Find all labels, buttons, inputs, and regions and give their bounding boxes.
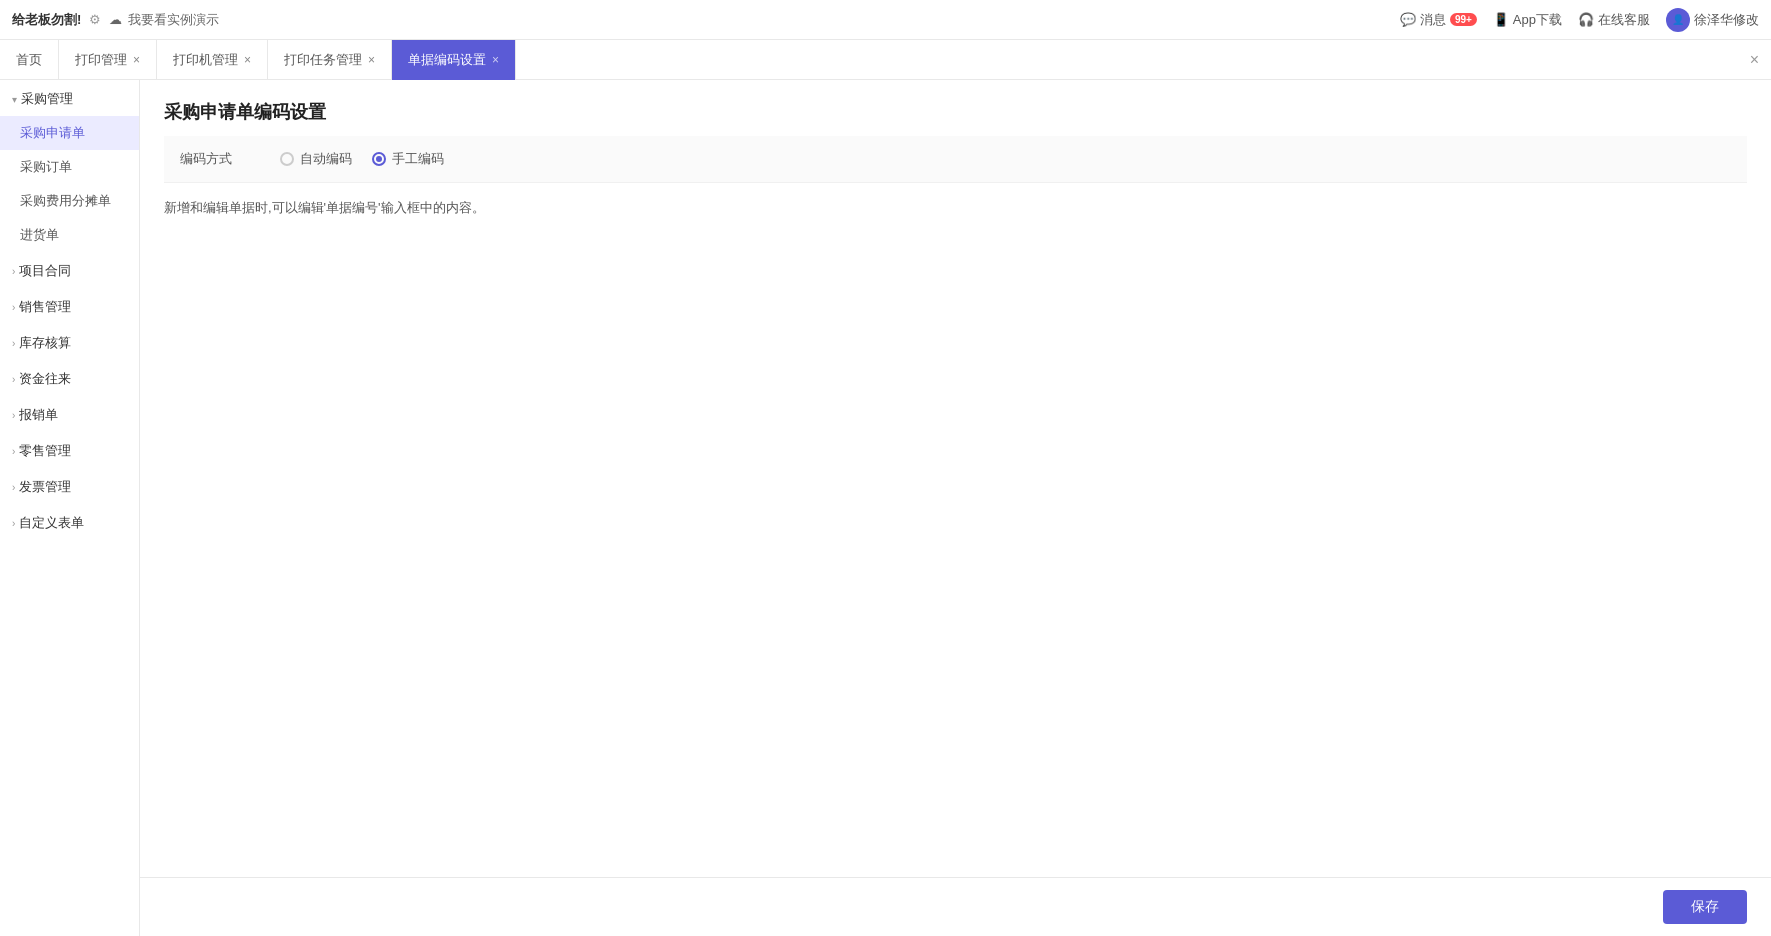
sidebar-group-project-title[interactable]: › 项目合同 (0, 252, 139, 288)
sidebar-group-inventory: › 库存核算 (0, 324, 139, 360)
page-title: 采购申请单编码设置 (164, 100, 1747, 124)
chevron-right-icon-8: › (12, 518, 15, 529)
radio-auto-code-label: 自动编码 (300, 150, 352, 168)
chevron-right-icon-7: › (12, 482, 15, 493)
search-text: 我要看实例演示 (128, 11, 219, 29)
sidebar-group-funds-title[interactable]: › 资金往来 (0, 360, 139, 396)
brand-text: 给老板勿割! (12, 11, 81, 29)
tab-printer-management-close[interactable]: × (244, 53, 251, 67)
sidebar-item-purchase-expense[interactable]: 采购费用分摊单 (0, 184, 139, 218)
sidebar: ▾ 采购管理 采购申请单 采购订单 采购费用分摊单 进货单 › 项目合同 › 销… (0, 80, 140, 936)
sidebar-group-invoice-title[interactable]: › 发票管理 (0, 468, 139, 504)
radio-auto-code[interactable]: 自动编码 (280, 150, 352, 168)
sidebar-group-expense: › 报销单 (0, 396, 139, 432)
main-content: 采购申请单编码设置 编码方式 自动编码 手工编码 新增和编辑单据时,可以编辑'单… (140, 80, 1771, 936)
top-bar-right: 💬 消息 99+ 📱 App下载 🎧 在线客服 👤 徐泽华修改 (1400, 8, 1759, 32)
radio-manual-code-label: 手工编码 (392, 150, 444, 168)
sidebar-group-sales: › 销售管理 (0, 288, 139, 324)
radio-group-code-method: 自动编码 手工编码 (280, 150, 444, 168)
sidebar-group-custom-form: › 自定义表单 (0, 504, 139, 540)
sidebar-group-retail-title[interactable]: › 零售管理 (0, 432, 139, 468)
tab-code-settings[interactable]: 单据编码设置 × (392, 40, 516, 80)
sidebar-item-purchase-request[interactable]: 采购申请单 (0, 116, 139, 150)
online-service-button[interactable]: 🎧 在线客服 (1578, 11, 1650, 29)
chevron-right-icon-5: › (12, 410, 15, 421)
sidebar-group-sales-label: 销售管理 (19, 298, 71, 316)
tab-print-management-close[interactable]: × (133, 53, 140, 67)
sidebar-group-retail-label: 零售管理 (19, 442, 71, 460)
chevron-right-icon-4: › (12, 374, 15, 385)
tab-print-management[interactable]: 打印管理 × (59, 40, 157, 80)
chevron-right-icon-3: › (12, 338, 15, 349)
app-download-button[interactable]: 📱 App下载 (1493, 11, 1562, 29)
sidebar-group-inventory-title[interactable]: › 库存核算 (0, 324, 139, 360)
content-area: 编码方式 自动编码 手工编码 新增和编辑单据时,可以编辑'单据编号'输入框中的内… (140, 136, 1771, 877)
user-name: 徐泽华修改 (1694, 11, 1759, 29)
chevron-right-icon-1: › (12, 266, 15, 277)
tab-code-settings-label: 单据编码设置 (408, 51, 486, 69)
tab-print-task-close[interactable]: × (368, 53, 375, 67)
sidebar-group-expense-label: 报销单 (19, 406, 58, 424)
settings-icon[interactable]: ⚙ (89, 12, 101, 27)
sidebar-group-invoice: › 发票管理 (0, 468, 139, 504)
sidebar-group-custom-form-label: 自定义表单 (19, 514, 84, 532)
message-badge: 99+ (1450, 13, 1477, 26)
search-bar[interactable]: ☁ 我要看实例演示 (109, 11, 219, 29)
radio-manual-code-circle (372, 152, 386, 166)
tab-close-all-button[interactable]: × (1738, 51, 1771, 69)
avatar: 👤 (1666, 8, 1690, 32)
code-method-label: 编码方式 (180, 150, 240, 168)
sidebar-group-expense-title[interactable]: › 报销单 (0, 396, 139, 432)
page-header: 采购申请单编码设置 (140, 80, 1771, 136)
sidebar-group-purchase-title[interactable]: ▾ 采购管理 (0, 80, 139, 116)
radio-manual-code[interactable]: 手工编码 (372, 150, 444, 168)
chevron-right-icon-6: › (12, 446, 15, 457)
app-icon: 📱 (1493, 12, 1509, 27)
layout: ▾ 采购管理 采购申请单 采购订单 采购费用分摊单 进货单 › 项目合同 › 销… (0, 80, 1771, 936)
message-icon: 💬 (1400, 12, 1416, 27)
user-button[interactable]: 👤 徐泽华修改 (1666, 8, 1759, 32)
sidebar-group-retail: › 零售管理 (0, 432, 139, 468)
page-footer: 保存 (140, 877, 1771, 936)
sidebar-group-project-contract: › 项目合同 (0, 252, 139, 288)
tab-home[interactable]: 首页 (0, 40, 59, 80)
save-button[interactable]: 保存 (1663, 890, 1747, 924)
sidebar-group-sales-title[interactable]: › 销售管理 (0, 288, 139, 324)
hint-text: 新增和编辑单据时,可以编辑'单据编号'输入框中的内容。 (164, 199, 1747, 217)
code-method-row: 编码方式 自动编码 手工编码 (164, 136, 1747, 183)
chevron-right-icon-2: › (12, 302, 15, 313)
message-label: 消息 (1420, 11, 1446, 29)
cloud-icon: ☁ (109, 12, 122, 27)
tab-bar: 首页 打印管理 × 打印机管理 × 打印任务管理 × 单据编码设置 × × (0, 40, 1771, 80)
service-icon: 🎧 (1578, 12, 1594, 27)
sidebar-group-purchase: ▾ 采购管理 采购申请单 采购订单 采购费用分摊单 进货单 (0, 80, 139, 252)
radio-auto-code-circle (280, 152, 294, 166)
tab-print-task-label: 打印任务管理 (284, 51, 362, 69)
sidebar-item-purchase-order[interactable]: 采购订单 (0, 150, 139, 184)
tab-home-label: 首页 (16, 51, 42, 69)
chevron-down-icon: ▾ (12, 94, 17, 105)
top-bar: 给老板勿割! ⚙ ☁ 我要看实例演示 💬 消息 99+ 📱 App下载 🎧 在线… (0, 0, 1771, 40)
tab-printer-management[interactable]: 打印机管理 × (157, 40, 268, 80)
online-service-label: 在线客服 (1598, 11, 1650, 29)
sidebar-group-funds-label: 资金往来 (19, 370, 71, 388)
tab-print-task-management[interactable]: 打印任务管理 × (268, 40, 392, 80)
message-button[interactable]: 💬 消息 99+ (1400, 11, 1477, 29)
tab-printer-management-label: 打印机管理 (173, 51, 238, 69)
sidebar-group-custom-form-title[interactable]: › 自定义表单 (0, 504, 139, 540)
sidebar-item-goods-receipt[interactable]: 进货单 (0, 218, 139, 252)
sidebar-group-funds: › 资金往来 (0, 360, 139, 396)
tab-code-settings-close[interactable]: × (492, 53, 499, 67)
sidebar-group-inventory-label: 库存核算 (19, 334, 71, 352)
top-bar-left: 给老板勿割! ⚙ ☁ 我要看实例演示 (12, 11, 219, 29)
sidebar-group-purchase-label: 采购管理 (21, 90, 73, 108)
sidebar-group-project-label: 项目合同 (19, 262, 71, 280)
sidebar-group-invoice-label: 发票管理 (19, 478, 71, 496)
tab-print-management-label: 打印管理 (75, 51, 127, 69)
app-download-label: App下载 (1513, 11, 1562, 29)
